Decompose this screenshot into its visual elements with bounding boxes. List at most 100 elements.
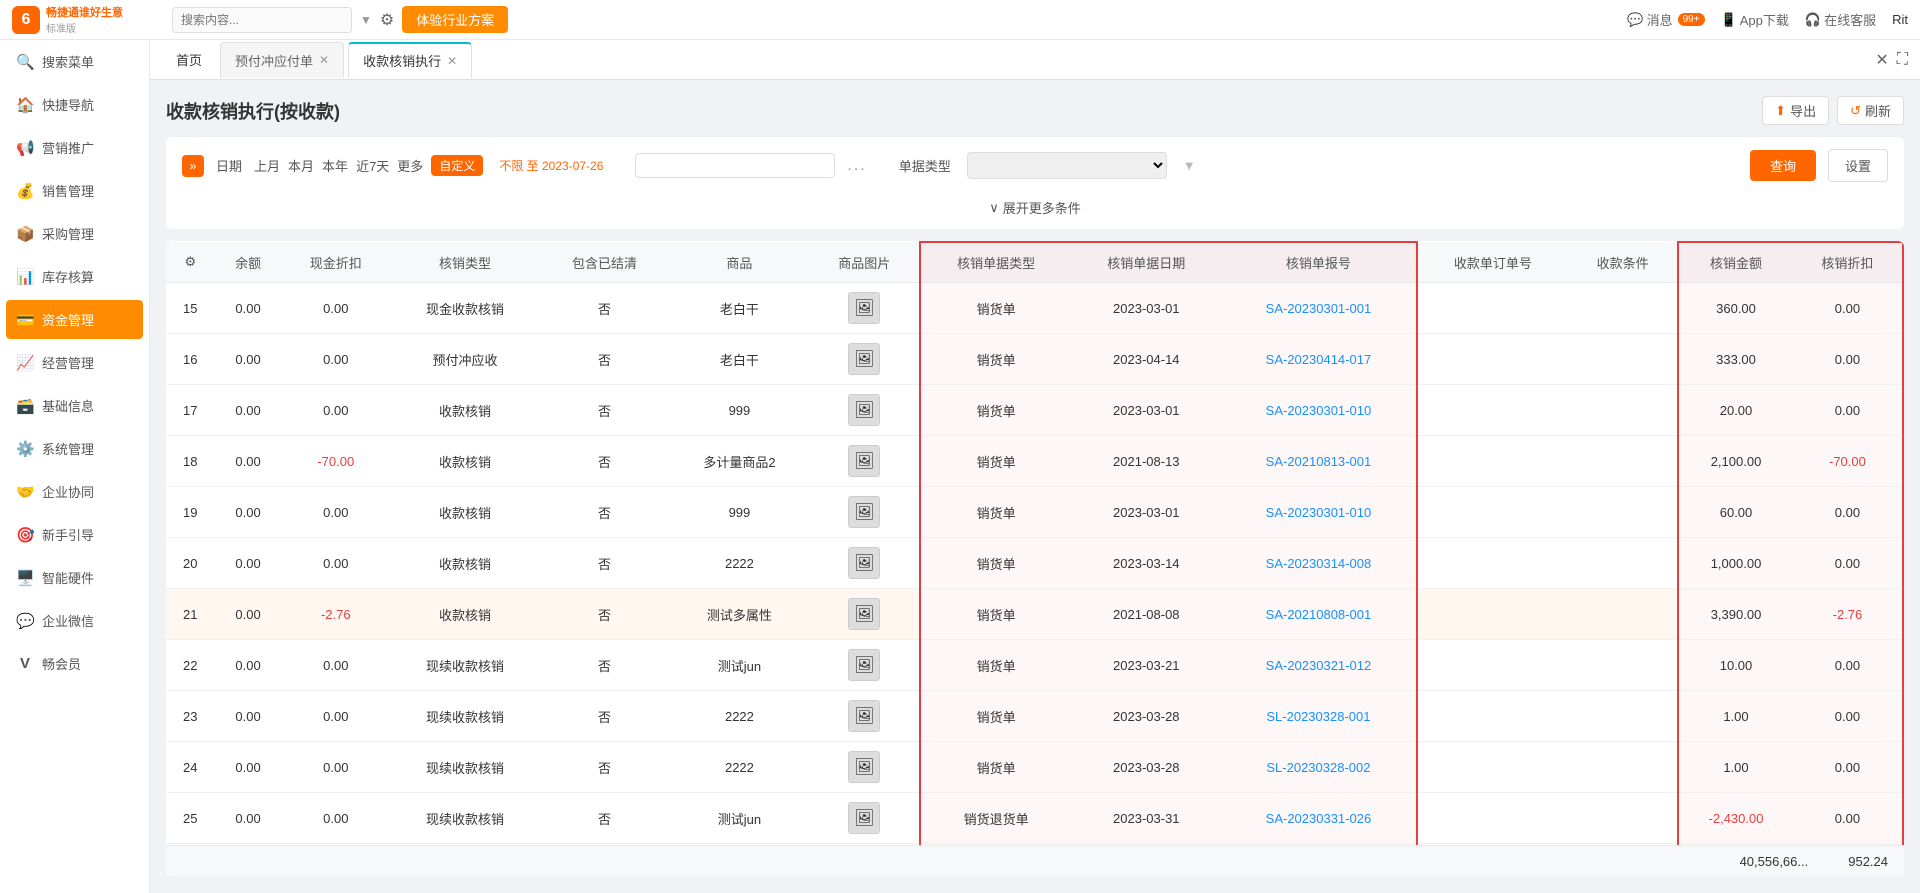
cell-cash-discount: 0.00 <box>282 538 390 589</box>
top-search-input[interactable] <box>172 7 352 33</box>
cell-receipt-condition <box>1568 589 1678 640</box>
table-row: 25 0.00 0.00 现续收款核销 否 测试jun 🖼 销货退货单 2023… <box>166 793 1903 844</box>
sidebar-item-basic-info[interactable]: 🗃️ 基础信息 <box>0 384 149 427</box>
message-button[interactable]: 💬 消息 99+ <box>1627 10 1704 29</box>
bill-report-no-link[interactable]: SA-20210808-001 <box>1266 607 1372 622</box>
tab-prepayment[interactable]: 预付冲应付单 ✕ <box>220 42 344 78</box>
logo-icon: 6 <box>12 6 40 34</box>
sidebar-item-search[interactable]: 🔍 搜索菜单 <box>0 40 149 83</box>
online-service-button[interactable]: 🎧 在线客服 <box>1805 10 1876 29</box>
sidebar-item-wechat[interactable]: 💬 企业微信 <box>0 599 149 642</box>
date-this-month[interactable]: 本月 <box>288 156 314 175</box>
th-settings[interactable]: ⚙ <box>166 242 215 283</box>
date-7days[interactable]: 近7天 <box>356 156 389 175</box>
cell-product: 老白干 <box>669 334 810 385</box>
bill-report-no-link[interactable]: SA-20230301-010 <box>1266 403 1372 418</box>
th-product: 商品 <box>669 242 810 283</box>
cell-verify-type: 现续收款核销 <box>390 793 540 844</box>
sidebar-item-guide[interactable]: 🎯 新手引导 <box>0 513 149 556</box>
footer-total-discount: 952.24 <box>1848 854 1888 869</box>
th-balance: 余额 <box>215 242 282 283</box>
maximize-icon[interactable]: ⛶ <box>1897 51 1908 69</box>
export-label: 导出 <box>1790 101 1816 120</box>
sidebar-item-system[interactable]: ⚙️ 系统管理 <box>0 427 149 470</box>
cell-verify-type: 收款核销 <box>390 538 540 589</box>
tab-prepayment-close-icon[interactable]: ✕ <box>319 53 329 67</box>
sidebar-item-marketing[interactable]: 📢 营销推广 <box>0 126 149 169</box>
message-icon: 💬 <box>1627 12 1643 28</box>
cell-receipt-order-no <box>1417 742 1569 793</box>
bill-report-no-link[interactable]: SA-20210813-001 <box>1266 454 1372 469</box>
cell-verify-amount: 20.00 <box>1678 385 1793 436</box>
date-more[interactable]: 更多 <box>397 156 423 175</box>
date-custom[interactable]: 自定义 <box>431 155 483 176</box>
user-area[interactable]: Rit <box>1892 12 1908 27</box>
page-title: 收款核销执行(按收款) <box>166 98 340 124</box>
sidebar-item-inventory[interactable]: 📊 库存核算 <box>0 255 149 298</box>
date-this-year[interactable]: 本年 <box>322 156 348 175</box>
tab-verify[interactable]: 收款核销执行 ✕ <box>348 42 472 78</box>
expand-more-button[interactable]: ∨ 展开更多条件 <box>989 198 1081 217</box>
bill-report-no-link[interactable]: SA-20230301-010 <box>1266 505 1372 520</box>
bill-report-no-link[interactable]: SA-20230314-008 <box>1266 556 1372 571</box>
close-window-icon[interactable]: ✕ <box>1875 50 1888 70</box>
query-button[interactable]: 查询 <box>1750 150 1816 181</box>
settings-gear-icon[interactable]: ⚙ <box>380 10 394 30</box>
cell-bill-report-type: 销货单 <box>920 742 1072 793</box>
sidebar-label-system: 系统管理 <box>42 439 94 458</box>
sidebar-item-member[interactable]: V 畅会员 <box>0 642 149 685</box>
cell-verify-discount: 0.00 <box>1793 691 1903 742</box>
bill-report-no-link[interactable]: SA-20230321-012 <box>1266 658 1372 673</box>
filter-expand-button[interactable]: » <box>182 155 204 177</box>
partner-input[interactable] <box>635 153 835 178</box>
sidebar-item-nav[interactable]: 🏠 快捷导航 <box>0 83 149 126</box>
tab-home[interactable]: 首页 <box>162 42 216 78</box>
sidebar-item-operations[interactable]: 📈 经营管理 <box>0 341 149 384</box>
cell-id: 22 <box>166 640 215 691</box>
cell-verify-discount: 0.00 <box>1793 742 1903 793</box>
cell-receipt-order-no <box>1417 538 1569 589</box>
cell-verify-discount: 0.00 <box>1793 538 1903 589</box>
cell-receipt-condition <box>1568 691 1678 742</box>
bill-report-no-link[interactable]: SA-20230331-026 <box>1266 811 1372 826</box>
cell-verify-type: 收款核销 <box>390 385 540 436</box>
cell-verify-amount: 10.00 <box>1678 640 1793 691</box>
bill-report-no-link[interactable]: SA-20230414-017 <box>1266 352 1372 367</box>
tab-verify-close-icon[interactable]: ✕ <box>447 54 457 68</box>
cell-includes-settled: 否 <box>540 691 669 742</box>
sidebar-item-purchase[interactable]: 📦 采购管理 <box>0 212 149 255</box>
filter-settings-button[interactable]: 设置 <box>1828 149 1888 182</box>
app-download-button[interactable]: 📱 App下载 <box>1721 10 1789 29</box>
cell-bill-report-date: 2023-03-31 <box>1071 793 1221 844</box>
sidebar-item-finance[interactable]: 💳 资金管理 <box>6 300 143 339</box>
bill-type-select[interactable] <box>967 152 1167 179</box>
marketing-icon: 📢 <box>16 139 34 157</box>
cell-receipt-order-no <box>1417 793 1569 844</box>
dropdown-arrow-icon[interactable]: ▼ <box>360 13 372 27</box>
sidebar-item-collab[interactable]: 🤝 企业协同 <box>0 470 149 513</box>
cell-balance: 0.00 <box>215 334 282 385</box>
th-verify-discount: 核销折扣 <box>1793 242 1903 283</box>
cell-verify-amount: 1,000.00 <box>1678 538 1793 589</box>
cell-receipt-order-no <box>1417 589 1569 640</box>
bill-report-no-link[interactable]: SL-20230328-001 <box>1266 709 1370 724</box>
table-row: 19 0.00 0.00 收款核销 否 999 🖼 销货单 2023-03-01… <box>166 487 1903 538</box>
partner-dots[interactable]: ... <box>847 157 866 175</box>
sidebar-item-sales[interactable]: 💰 销售管理 <box>0 169 149 212</box>
cell-cash-discount: 0.00 <box>282 793 390 844</box>
system-icon: ⚙️ <box>16 440 34 458</box>
table-scroll[interactable]: ⚙ 余额 现金折扣 核销类型 包含已结清 商品 商品图片 核销单据类型 核销单据… <box>166 241 1904 845</box>
sales-icon: 💰 <box>16 182 34 200</box>
solution-button[interactable]: 体验行业方案 <box>402 6 508 33</box>
logo-area: 6 畅捷通谁好生意 标准版 <box>12 4 162 35</box>
date-last-month[interactable]: 上月 <box>254 156 280 175</box>
sidebar-item-hardware[interactable]: 🖥️ 智能硬件 <box>0 556 149 599</box>
bill-report-no-link[interactable]: SA-20230301-001 <box>1266 301 1372 316</box>
top-right: 💬 消息 99+ 📱 App下载 🎧 在线客服 Rit <box>1627 10 1908 29</box>
refresh-button[interactable]: ↺ 刷新 <box>1837 96 1904 125</box>
th-bill-report-no: 核销单报号 <box>1221 242 1416 283</box>
date-range-display: 不限 至 2023-07-26 <box>499 157 603 174</box>
export-button[interactable]: ⬆ 导出 <box>1762 96 1829 125</box>
sidebar-label-operations: 经营管理 <box>42 353 94 372</box>
bill-report-no-link[interactable]: SL-20230328-002 <box>1266 760 1370 775</box>
